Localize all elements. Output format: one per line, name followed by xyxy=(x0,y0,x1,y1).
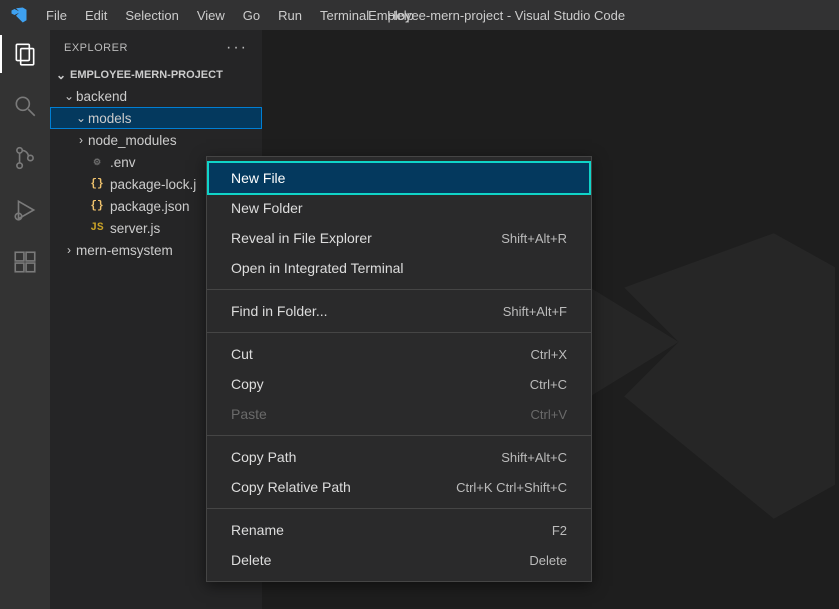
ctx-paste: Paste Ctrl+V xyxy=(207,399,591,429)
ctx-new-file[interactable]: New File xyxy=(209,163,589,193)
menu-view[interactable]: View xyxy=(189,4,233,27)
activity-source-control-icon[interactable] xyxy=(11,144,39,172)
folder-label: backend xyxy=(76,89,127,104)
ctx-delete[interactable]: Delete Delete xyxy=(207,545,591,575)
menu-selection[interactable]: Selection xyxy=(117,4,186,27)
folder-backend[interactable]: ⌄ backend xyxy=(50,85,262,107)
menu-run[interactable]: Run xyxy=(270,4,310,27)
ctx-new-folder[interactable]: New Folder xyxy=(207,193,591,223)
separator xyxy=(207,289,591,290)
ctx-label: Rename xyxy=(231,522,284,538)
ctx-label: New Folder xyxy=(231,200,303,216)
project-root[interactable]: ⌄ EMPLOYEE-MERN-PROJECT xyxy=(50,65,262,85)
chevron-down-icon: ⌄ xyxy=(74,111,88,125)
ctx-shortcut: Delete xyxy=(529,553,567,568)
ctx-label: New File xyxy=(231,170,285,186)
menu-go[interactable]: Go xyxy=(235,4,268,27)
ctx-cut[interactable]: Cut Ctrl+X xyxy=(207,339,591,369)
file-label: package-lock.j xyxy=(110,177,196,192)
chevron-right-icon: › xyxy=(74,133,88,147)
ctx-shortcut: Ctrl+K Ctrl+Shift+C xyxy=(456,480,567,495)
ctx-find-in-folder[interactable]: Find in Folder... Shift+Alt+F xyxy=(207,296,591,326)
context-menu: New File New Folder Reveal in File Explo… xyxy=(206,156,592,582)
ctx-open-terminal[interactable]: Open in Integrated Terminal xyxy=(207,253,591,283)
chevron-down-icon: ⌄ xyxy=(54,68,68,82)
ctx-copy[interactable]: Copy Ctrl+C xyxy=(207,369,591,399)
folder-models[interactable]: ⌄ models xyxy=(50,107,262,129)
ctx-reveal-explorer[interactable]: Reveal in File Explorer Shift+Alt+R xyxy=(207,223,591,253)
separator xyxy=(207,508,591,509)
chevron-right-icon: › xyxy=(62,243,76,257)
activity-explorer-icon[interactable] xyxy=(11,40,39,68)
folder-node-modules[interactable]: › node_modules xyxy=(50,129,262,151)
ctx-label: Delete xyxy=(231,552,271,568)
ctx-label: Open in Integrated Terminal xyxy=(231,260,404,276)
menu-bar: File Edit Selection View Go Run Terminal… xyxy=(38,4,422,27)
separator xyxy=(207,435,591,436)
window-title: Employee-mern-project - Visual Studio Co… xyxy=(368,8,625,23)
activity-bar xyxy=(0,30,50,609)
ctx-label: Find in Folder... xyxy=(231,303,328,319)
folder-label: node_modules xyxy=(88,133,177,148)
file-label: package.json xyxy=(110,199,190,214)
file-label: .env xyxy=(110,155,136,170)
ctx-label: Reveal in File Explorer xyxy=(231,230,372,246)
ctx-shortcut: Shift+Alt+C xyxy=(501,450,567,465)
folder-label: mern-emsystem xyxy=(76,243,173,258)
chevron-down-icon: ⌄ xyxy=(62,89,76,103)
ctx-shortcut: F2 xyxy=(552,523,567,538)
title-bar: File Edit Selection View Go Run Terminal… xyxy=(0,0,839,30)
json-icon: {} xyxy=(88,197,106,215)
ctx-shortcut: Ctrl+X xyxy=(531,347,567,362)
ctx-copy-path[interactable]: Copy Path Shift+Alt+C xyxy=(207,442,591,472)
separator xyxy=(207,332,591,333)
ctx-label: Cut xyxy=(231,346,253,362)
menu-file[interactable]: File xyxy=(38,4,75,27)
ctx-label: Copy Relative Path xyxy=(231,479,351,495)
gear-icon: ⚙ xyxy=(88,153,106,171)
explorer-more-icon[interactable]: ··· xyxy=(226,39,248,57)
ctx-rename[interactable]: Rename F2 xyxy=(207,515,591,545)
ctx-shortcut: Shift+Alt+F xyxy=(503,304,567,319)
ctx-label: Copy Path xyxy=(231,449,296,465)
ctx-shortcut: Shift+Alt+R xyxy=(501,231,567,246)
ctx-copy-relative-path[interactable]: Copy Relative Path Ctrl+K Ctrl+Shift+C xyxy=(207,472,591,502)
activity-extensions-icon[interactable] xyxy=(11,248,39,276)
file-label: server.js xyxy=(110,221,160,236)
explorer-title: EXPLORER xyxy=(64,42,128,54)
project-name: EMPLOYEE-MERN-PROJECT xyxy=(70,69,223,81)
ctx-label: Copy xyxy=(231,376,264,392)
activity-search-icon[interactable] xyxy=(11,92,39,120)
activity-run-debug-icon[interactable] xyxy=(11,196,39,224)
js-icon: JS xyxy=(88,219,106,237)
folder-label: models xyxy=(88,111,132,126)
ctx-label: Paste xyxy=(231,406,267,422)
menu-edit[interactable]: Edit xyxy=(77,4,115,27)
vscode-logo-icon xyxy=(10,6,28,24)
ctx-shortcut: Ctrl+V xyxy=(531,407,567,422)
ctx-shortcut: Ctrl+C xyxy=(530,377,567,392)
json-icon: {} xyxy=(88,175,106,193)
